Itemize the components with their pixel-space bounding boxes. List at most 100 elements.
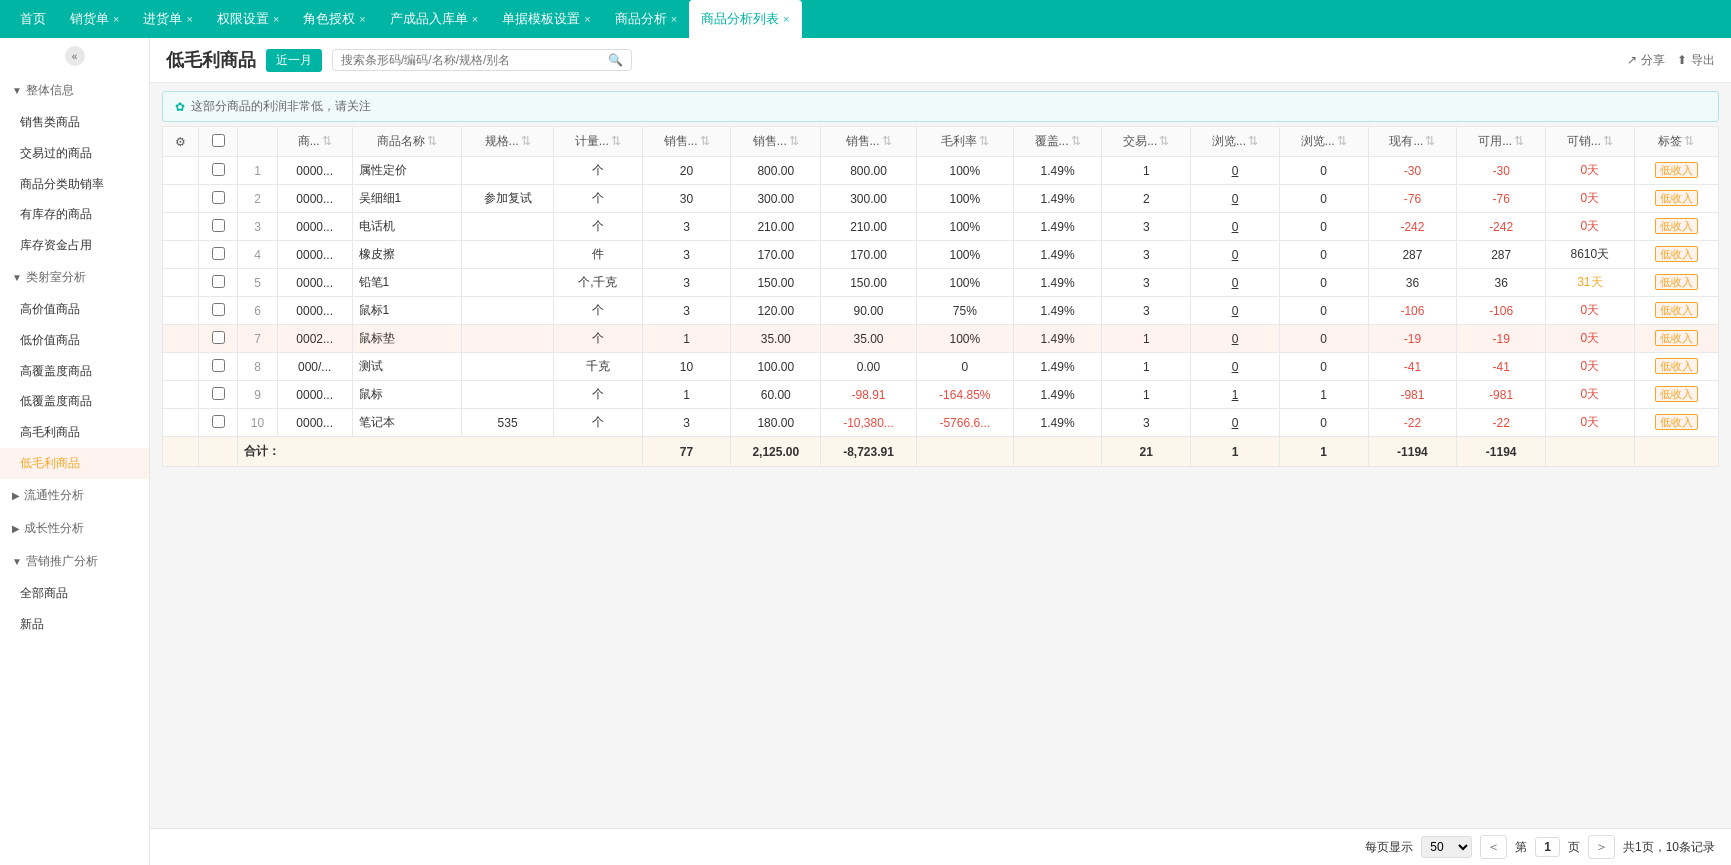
nav-sales[interactable]: 销货单× (58, 0, 131, 38)
cell-checkbox[interactable] (199, 325, 238, 353)
cell-checkbox[interactable] (199, 409, 238, 437)
nav-close-permissions[interactable]: × (273, 13, 279, 25)
nav-roles[interactable]: 角色授权× (291, 0, 377, 38)
sidebar-item-low-value[interactable]: 低价值商品 (0, 325, 149, 356)
cell-name: 橡皮擦 (352, 241, 462, 269)
cell-checkbox[interactable] (199, 297, 238, 325)
cell-browse1[interactable]: 0 (1191, 213, 1280, 241)
nav-close-roles[interactable]: × (359, 13, 365, 25)
next-page-button[interactable]: ＞ (1588, 835, 1615, 859)
sidebar-group-circulation[interactable]: ▶ 流通性分析 (0, 479, 149, 512)
cell-checkbox[interactable] (199, 269, 238, 297)
nav-close-purchase[interactable]: × (186, 13, 192, 25)
nav-permissions[interactable]: 权限设置× (205, 0, 291, 38)
cell-checkbox[interactable] (199, 241, 238, 269)
col-sellable[interactable]: 可销...⇅ (1546, 127, 1635, 157)
col-browse2[interactable]: 浏览...⇅ (1279, 127, 1368, 157)
search-input[interactable] (341, 53, 608, 67)
col-browse1[interactable]: 浏览...⇅ (1191, 127, 1280, 157)
search-icon[interactable]: 🔍 (608, 53, 623, 67)
nav-product-entry[interactable]: 产成品入库单× (378, 0, 490, 38)
cell-browse1[interactable]: 0 (1191, 185, 1280, 213)
search-box[interactable]: 🔍 (332, 49, 632, 71)
cell-sales-qty: 3 (642, 241, 731, 269)
cell-browse1[interactable]: 0 (1191, 409, 1280, 437)
sidebar-group-matrix[interactable]: ▼ 类射室分析 (0, 261, 149, 294)
nav-home[interactable]: 首页 (8, 0, 58, 38)
sidebar-item-high-value[interactable]: 高价值商品 (0, 294, 149, 325)
time-filter-button[interactable]: 近一月 (266, 49, 322, 72)
col-name[interactable]: 商品名称⇅ (352, 127, 462, 157)
sidebar-item-low-margin[interactable]: 低毛利商品 (0, 448, 149, 479)
cell-code: 0000... (277, 409, 352, 437)
sidebar-group-overview[interactable]: ▼ 整体信息 (0, 74, 149, 107)
cell-browse1[interactable]: 0 (1191, 297, 1280, 325)
nav-close-analysis-list[interactable]: × (783, 13, 789, 25)
cell-trade-count: 3 (1102, 241, 1191, 269)
cell-checkbox[interactable] (199, 353, 238, 381)
col-tag[interactable]: 标签⇅ (1634, 127, 1718, 157)
sidebar-item-new-products[interactable]: 新品 (0, 609, 149, 640)
nav-close-sales[interactable]: × (113, 13, 119, 25)
nav-template-settings[interactable]: 单据模板设置× (490, 0, 602, 38)
col-trade-count[interactable]: 交易...⇅ (1102, 127, 1191, 157)
row-checkbox[interactable] (212, 415, 225, 428)
col-cover-rate[interactable]: 覆盖...⇅ (1013, 127, 1102, 157)
nav-close-template[interactable]: × (584, 13, 590, 25)
col-code[interactable]: 商...⇅ (277, 127, 352, 157)
row-checkbox[interactable] (212, 163, 225, 176)
export-button[interactable]: ⬆ 导出 (1677, 52, 1715, 69)
row-checkbox[interactable] (212, 303, 225, 316)
select-all-checkbox[interactable] (212, 134, 225, 147)
col-settings[interactable]: ⚙ (163, 127, 199, 157)
cell-browse1[interactable]: 1 (1191, 381, 1280, 409)
cell-trade-count: 3 (1102, 409, 1191, 437)
cell-checkbox[interactable] (199, 381, 238, 409)
sidebar-item-category-sales-rate[interactable]: 商品分类助销率 (0, 169, 149, 200)
nav-purchase[interactable]: 进货单× (131, 0, 204, 38)
sidebar-item-all-products[interactable]: 全部商品 (0, 578, 149, 609)
per-page-select[interactable]: 50 100 200 (1421, 836, 1472, 858)
row-checkbox[interactable] (212, 219, 225, 232)
row-checkbox[interactable] (212, 359, 225, 372)
col-available[interactable]: 可用...⇅ (1457, 127, 1546, 157)
sidebar-item-traded-products[interactable]: 交易过的商品 (0, 138, 149, 169)
sidebar-group-growth[interactable]: ▶ 成长性分析 (0, 512, 149, 545)
row-checkbox[interactable] (212, 331, 225, 344)
col-spec[interactable]: 规格...⇅ (462, 127, 554, 157)
cell-browse1[interactable]: 0 (1191, 325, 1280, 353)
cell-checkbox[interactable] (199, 213, 238, 241)
share-button[interactable]: ↗ 分享 (1627, 52, 1665, 69)
sidebar-collapse-btn[interactable]: « (65, 46, 85, 66)
col-sales-qty[interactable]: 销售...⇅ (642, 127, 731, 157)
row-checkbox[interactable] (212, 387, 225, 400)
col-current-stock[interactable]: 现有...⇅ (1368, 127, 1457, 157)
sidebar-item-capital-occupation[interactable]: 库存资金占用 (0, 230, 149, 261)
col-unit[interactable]: 计量...⇅ (553, 127, 642, 157)
sidebar-item-low-coverage[interactable]: 低覆盖度商品 (0, 386, 149, 417)
sidebar-item-in-stock[interactable]: 有库存的商品 (0, 199, 149, 230)
col-sales-price[interactable]: 销售...⇅ (731, 127, 821, 157)
sidebar-item-high-margin[interactable]: 高毛利商品 (0, 417, 149, 448)
col-checkbox-all[interactable] (199, 127, 238, 157)
cell-tag: 低收入 (1634, 381, 1718, 409)
row-checkbox[interactable] (212, 191, 225, 204)
sidebar-item-high-coverage[interactable]: 高覆盖度商品 (0, 356, 149, 387)
prev-page-button[interactable]: ＜ (1480, 835, 1507, 859)
cell-browse1[interactable]: 0 (1191, 353, 1280, 381)
cell-browse1[interactable]: 0 (1191, 269, 1280, 297)
nav-close-product-entry[interactable]: × (472, 13, 478, 25)
cell-browse1[interactable]: 0 (1191, 157, 1280, 185)
col-gross-rate[interactable]: 毛利率⇅ (916, 127, 1013, 157)
nav-product-analysis-list[interactable]: 商品分析列表× (689, 0, 801, 38)
row-checkbox[interactable] (212, 275, 225, 288)
cell-checkbox[interactable] (199, 157, 238, 185)
nav-product-analysis[interactable]: 商品分析× (603, 0, 689, 38)
cell-browse1[interactable]: 0 (1191, 241, 1280, 269)
cell-checkbox[interactable] (199, 185, 238, 213)
sidebar-item-sales-products[interactable]: 销售类商品 (0, 107, 149, 138)
sidebar-group-marketing[interactable]: ▼ 营销推广分析 (0, 545, 149, 578)
col-sales-amount[interactable]: 销售...⇅ (821, 127, 917, 157)
nav-close-analysis[interactable]: × (671, 13, 677, 25)
row-checkbox[interactable] (212, 247, 225, 260)
